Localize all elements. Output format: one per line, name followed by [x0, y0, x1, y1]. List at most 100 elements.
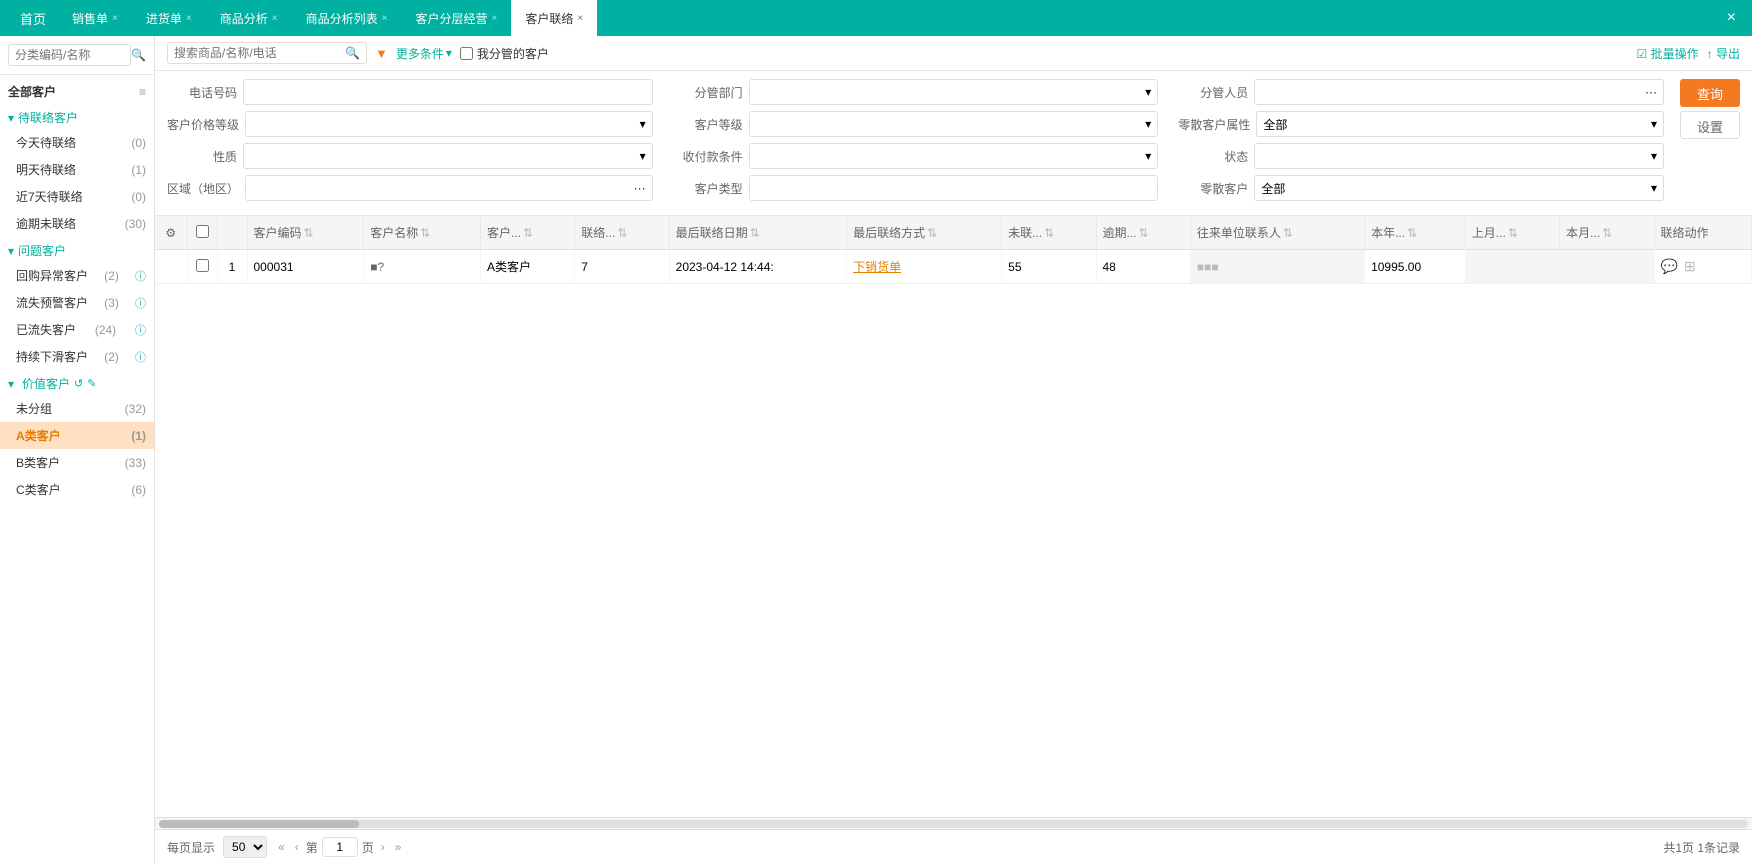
nav-tab-purchase[interactable]: 进货单 ×: [132, 0, 206, 36]
nav-tab-sales[interactable]: 销售单 ×: [58, 0, 132, 36]
table-header-row: ⚙ 客户编码⇅ 客户名称⇅ 客户...⇅ 联络...⇅ 最后联络日期⇅ 最后联络…: [155, 216, 1752, 250]
filter-select-retail[interactable]: 全部 ▾: [1254, 175, 1664, 201]
filter-select-nature[interactable]: ▾: [243, 143, 653, 169]
th-last-method[interactable]: 最后联络方式⇅: [847, 216, 1002, 250]
filter-select-customer-level-arrow: ▾: [1145, 117, 1151, 131]
row-checkbox-0[interactable]: [196, 259, 209, 272]
td-no-contact: 55: [1002, 250, 1096, 284]
my-customers-checkbox[interactable]: [460, 47, 473, 60]
td-last-method[interactable]: 下销货单: [847, 250, 1002, 284]
td-prev-contact: ■■■: [1190, 250, 1364, 284]
scrollbar-thumb[interactable]: [159, 820, 359, 828]
nav-tab-customer-contact-close[interactable]: ×: [577, 13, 583, 24]
filter-label-retail-attr: 零散客户属性: [1178, 116, 1250, 133]
filter-actions-area: 查询 设置: [1672, 79, 1740, 207]
th-last-month[interactable]: 上月...⇅: [1465, 216, 1559, 250]
sidebar-search-input[interactable]: [8, 44, 131, 66]
filter-select-customer-type[interactable]: [749, 175, 1159, 201]
page-suffix: 页: [362, 839, 374, 856]
th-prev-contact[interactable]: 往来单位联系人⇅: [1190, 216, 1364, 250]
th-code[interactable]: 客户编码⇅: [247, 216, 364, 250]
page-first-button[interactable]: «: [275, 840, 288, 854]
th-overdue[interactable]: 逾期...⇅: [1096, 216, 1190, 250]
td-code: 000031: [247, 250, 364, 284]
th-category[interactable]: 客户...⇅: [480, 216, 574, 250]
batch-ops-button[interactable]: ☑ 批量操作: [1637, 45, 1699, 62]
page-last-button[interactable]: »: [392, 840, 405, 854]
sidebar-item-today[interactable]: 今天待联络 (0): [0, 129, 154, 156]
sidebar-item-class-c[interactable]: C类客户 (6): [0, 476, 154, 503]
th-last-date[interactable]: 最后联络日期⇅: [669, 216, 846, 250]
sidebar-item-class-b[interactable]: B类客户 (33): [0, 449, 154, 476]
settings-button[interactable]: 设置: [1680, 111, 1740, 139]
filter-select-price-level[interactable]: ▾: [245, 111, 653, 137]
query-button[interactable]: 查询: [1680, 79, 1740, 107]
sidebar-item-7days[interactable]: 近7天待联络 (0): [0, 183, 154, 210]
sidebar-group-problem[interactable]: ▾ 问题客户: [0, 237, 154, 262]
nav-tab-customer-seg-close[interactable]: ×: [491, 13, 497, 24]
nav-tab-analysis-list[interactable]: 商品分析列表 ×: [292, 0, 402, 36]
sidebar-collapse-icon[interactable]: ≡: [139, 85, 146, 99]
nav-home[interactable]: 首页: [8, 0, 58, 36]
filter-select-dept[interactable]: ▾: [749, 79, 1159, 105]
page-size-select[interactable]: 50: [223, 836, 267, 858]
sidebar-item-tomorrow[interactable]: 明天待联络 (1): [0, 156, 154, 183]
filter-label-status: 状态: [1178, 148, 1248, 165]
nav-tab-analysis-list-close[interactable]: ×: [382, 13, 388, 24]
th-contact[interactable]: 联络...⇅: [575, 216, 669, 250]
filter-row-2: 客户价格等级 ▾ 客户等级 ▾: [167, 111, 1664, 137]
sidebar-item-class-a[interactable]: A类客户 (1): [0, 422, 154, 449]
action-grid-icon-0[interactable]: ⊞: [1684, 258, 1696, 275]
sidebar-item-overdue[interactable]: 逾期未联络 (30): [0, 210, 154, 237]
td-overdue: 48: [1096, 250, 1190, 284]
action-chat-icon-0[interactable]: 💬: [1661, 258, 1678, 275]
filter-icon: ▼: [375, 46, 388, 61]
sidebar-item-ungroup[interactable]: 未分组 (32): [0, 395, 154, 422]
nav-tab-purchase-close[interactable]: ×: [186, 13, 192, 24]
filter-select-payment[interactable]: ▾: [749, 143, 1159, 169]
filter-select-customer-level[interactable]: ▾: [749, 111, 1159, 137]
nav-tab-analysis-close[interactable]: ×: [272, 13, 278, 24]
page-prev-button[interactable]: ‹: [292, 840, 302, 854]
th-name[interactable]: 客户名称⇅: [364, 216, 481, 250]
window-close-button[interactable]: ×: [1719, 9, 1744, 27]
th-no-contact[interactable]: 未联...⇅: [1002, 216, 1096, 250]
page-number-input[interactable]: [322, 837, 358, 857]
sidebar-group-value-refresh[interactable]: ↺: [74, 377, 83, 390]
page-next-button[interactable]: ›: [378, 840, 388, 854]
filter-more-button[interactable]: 更多条件 ▾: [396, 45, 452, 62]
sidebar-item-lostwarning[interactable]: 流失预警客户 (3) ⓘ: [0, 289, 154, 316]
filter-cell-price-level: 客户价格等级 ▾: [167, 111, 653, 137]
nav-tab-sales-close[interactable]: ×: [112, 13, 118, 24]
filter-select-nature-arrow: ▾: [640, 149, 646, 163]
filter-select-person[interactable]: ···: [1254, 79, 1664, 105]
scrollbar-track[interactable]: [159, 820, 1748, 828]
filter-label-customer-level: 客户等级: [673, 116, 743, 133]
sidebar-group-waiting[interactable]: ▾ 待联络客户: [0, 104, 154, 129]
th-gear[interactable]: ⚙: [155, 216, 187, 250]
sidebar-group-value[interactable]: ▾ 价值客户 ↺ ✎: [0, 370, 154, 395]
filter-select-retail-attr[interactable]: 全部 ▾: [1256, 111, 1664, 137]
sidebar-item-lost[interactable]: 已流失客户 (24) ⓘ: [0, 316, 154, 343]
th-contact-sort: ⇅: [617, 226, 627, 240]
th-this-month-sort: ⇅: [1602, 226, 1612, 240]
select-all-checkbox[interactable]: [196, 225, 209, 238]
sidebar-item-declining[interactable]: 持续下滑客户 (2) ⓘ: [0, 343, 154, 370]
th-code-sort: ⇅: [304, 226, 314, 240]
sidebar-group-value-edit[interactable]: ✎: [87, 377, 96, 390]
nav-tab-customer-contact[interactable]: 客户联络 ×: [511, 0, 597, 36]
export-button[interactable]: ↑ 导出: [1707, 45, 1740, 62]
filter-select-status[interactable]: ▾: [1254, 143, 1664, 169]
filter-cell-payment: 收付款条件 ▾: [673, 143, 1159, 169]
td-name: ■?: [364, 250, 481, 284]
nav-tab-analysis[interactable]: 商品分析 ×: [206, 0, 292, 36]
nav-tab-customer-seg[interactable]: 客户分层经营 ×: [401, 0, 511, 36]
th-this-month[interactable]: 本月...⇅: [1560, 216, 1654, 250]
sidebar-item-abnormal[interactable]: 回购异常客户 (2) ⓘ: [0, 262, 154, 289]
filter-input-phone[interactable]: [243, 79, 653, 105]
filter-search-input[interactable]: [174, 46, 345, 60]
filter-select-region[interactable]: ···: [245, 175, 653, 201]
my-customers-checkbox-label[interactable]: 我分管的客户: [460, 45, 549, 62]
horizontal-scrollbar[interactable]: [155, 817, 1752, 829]
th-this-year[interactable]: 本年...⇅: [1365, 216, 1466, 250]
